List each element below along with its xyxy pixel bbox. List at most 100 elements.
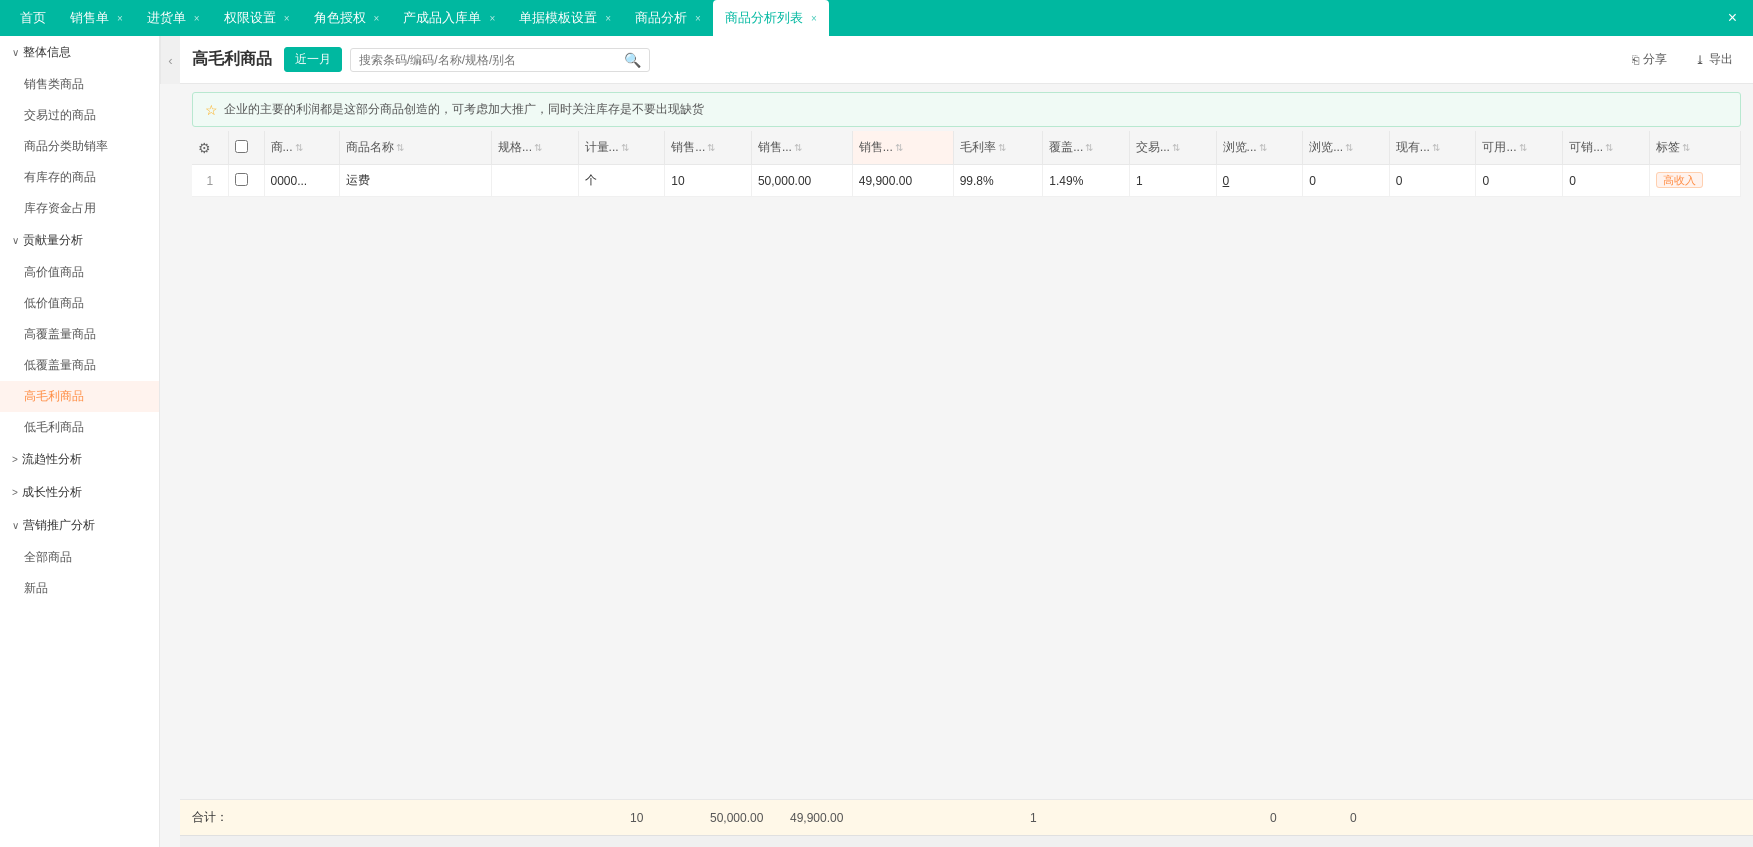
row-name[interactable]: 运费 [340, 165, 492, 197]
col-current-stock[interactable]: 现有... ⇅ [1389, 131, 1476, 165]
row-trade-count: 1 [1129, 165, 1216, 197]
export-button[interactable]: ⤓ 导出 [1687, 47, 1741, 72]
col-sale-amount[interactable]: 销售... ⇅ [751, 131, 852, 165]
nav-permission-settings[interactable]: 权限设置 × [212, 0, 302, 36]
row-coverage: 1.49% [1043, 165, 1130, 197]
close-icon[interactable]: × [374, 13, 380, 24]
col-gear[interactable]: ⚙ [192, 131, 228, 165]
col-unit[interactable]: 计量... ⇅ [578, 131, 665, 165]
close-icon[interactable]: × [605, 13, 611, 24]
share-button[interactable]: ⎗ 分享 [1624, 47, 1675, 72]
col-available-stock[interactable]: 可用... ⇅ [1476, 131, 1563, 165]
col-browse-b[interactable]: 浏览... ⇅ [1303, 131, 1390, 165]
row-select-checkbox[interactable] [235, 173, 248, 186]
filter-recent-month-button[interactable]: 近一月 [284, 47, 342, 72]
close-icon[interactable]: × [194, 13, 200, 24]
share-icon: ⎗ [1632, 53, 1639, 67]
sidebar-item-low-margin[interactable]: 低毛利商品 [0, 412, 159, 443]
col-trade-count[interactable]: 交易... ⇅ [1129, 131, 1216, 165]
sort-icon: ⇅ [396, 142, 404, 153]
nav-role-auth[interactable]: 角色授权 × [302, 0, 392, 36]
nav-template-settings[interactable]: 单据模板设置 × [507, 0, 623, 36]
chevron-down-icon: ∨ [12, 47, 19, 58]
close-icon[interactable]: × [489, 13, 495, 24]
nav-home[interactable]: 首页 [8, 0, 58, 36]
page-title: 高毛利商品 [192, 49, 272, 70]
row-checkbox[interactable] [228, 165, 264, 197]
table-container: ⚙ 商... ⇅ 商品名称 [180, 131, 1753, 799]
footer-available-stock: 0 [1344, 811, 1424, 825]
col-gross-margin[interactable]: 毛利率 ⇅ [953, 131, 1043, 165]
footer-trade-count: 1 [1024, 811, 1104, 825]
select-all-checkbox[interactable] [235, 140, 248, 153]
row-number: 1 [192, 165, 228, 197]
col-spec[interactable]: 规格... ⇅ [491, 131, 578, 165]
row-sale-profit: 49,900.00 [852, 165, 953, 197]
footer-label: 合计： [192, 809, 252, 826]
sidebar-item-high-coverage[interactable]: 高覆盖量商品 [0, 319, 159, 350]
col-saleable-stock[interactable]: 可销... ⇅ [1563, 131, 1650, 165]
close-icon[interactable]: × [284, 13, 290, 24]
sidebar-item-low-coverage[interactable]: 低覆盖量商品 [0, 350, 159, 381]
sidebar-group-overall[interactable]: ∨ 整体信息 [0, 36, 159, 69]
gear-icon[interactable]: ⚙ [198, 140, 211, 156]
col-tag[interactable]: 标签 ⇅ [1649, 131, 1740, 165]
row-saleable-stock: 0 [1563, 165, 1650, 197]
table-header-row: ⚙ 商... ⇅ 商品名称 [192, 131, 1741, 165]
sort-icon: ⇅ [1259, 142, 1267, 153]
col-code[interactable]: 商... ⇅ [264, 131, 340, 165]
sidebar-item-stock-products[interactable]: 有库存的商品 [0, 162, 159, 193]
info-bar: ☆ 企业的主要的利润都是这部分商品创造的，可考虑加大推广，同时关注库存是不要出现… [192, 92, 1741, 127]
sidebar-item-category-assist-rate[interactable]: 商品分类助销率 [0, 131, 159, 162]
sidebar-collapse-button[interactable]: ‹ [160, 36, 180, 84]
sort-icon: ⇅ [295, 142, 303, 153]
sidebar-item-new-products[interactable]: 新品 [0, 573, 159, 604]
sidebar-group-contribution[interactable]: ∨ 贡献量分析 [0, 224, 159, 257]
sort-icon: ⇅ [707, 142, 715, 153]
sidebar-item-low-value[interactable]: 低价值商品 [0, 288, 159, 319]
chevron-right-icon: > [12, 487, 18, 498]
nav-product-analysis[interactable]: 商品分析 × [623, 0, 713, 36]
table-row: 1 0000... 运费 个 10 50,000.00 49,900.00 99… [192, 165, 1741, 197]
search-icon[interactable]: 🔍 [624, 52, 641, 68]
row-sale-qty: 10 [665, 165, 752, 197]
col-sale-profit[interactable]: 销售... ⇅ [852, 131, 953, 165]
sidebar-item-sales-products[interactable]: 销售类商品 [0, 69, 159, 100]
sidebar-group-trend[interactable]: > 流趋性分析 [0, 443, 159, 476]
row-browse-a[interactable]: 0 [1216, 165, 1303, 197]
chevron-down-icon: ∨ [12, 235, 19, 246]
footer-current-stock: 0 [1264, 811, 1344, 825]
row-code[interactable]: 0000... [264, 165, 340, 197]
nav-product-analysis-list[interactable]: 商品分析列表 × [713, 0, 829, 36]
sidebar-item-stock-capital[interactable]: 库存资金占用 [0, 193, 159, 224]
star-icon: ☆ [205, 102, 218, 118]
nav-product-inbound[interactable]: 产成品入库单 × [391, 0, 507, 36]
tag-badge: 高收入 [1656, 172, 1703, 188]
close-icon[interactable]: × [695, 13, 701, 24]
row-available-stock: 0 [1476, 165, 1563, 197]
nav-close-all-button[interactable]: × [1720, 9, 1745, 27]
col-coverage[interactable]: 覆盖... ⇅ [1043, 131, 1130, 165]
nav-purchase-order[interactable]: 进货单 × [135, 0, 212, 36]
close-icon[interactable]: × [117, 13, 123, 24]
sidebar-group-growth[interactable]: > 成长性分析 [0, 476, 159, 509]
sidebar-item-all-products[interactable]: 全部商品 [0, 542, 159, 573]
info-text: 企业的主要的利润都是这部分商品创造的，可考虑加大推广，同时关注库存是不要出现缺货 [224, 101, 704, 118]
nav-sales-order[interactable]: 销售单 × [58, 0, 135, 36]
horizontal-scrollbar[interactable] [180, 835, 1753, 847]
row-sale-amount: 50,000.00 [751, 165, 852, 197]
sidebar-item-high-margin[interactable]: 高毛利商品 [0, 381, 159, 412]
row-tag: 高收入 [1649, 165, 1740, 197]
sidebar-item-traded-products[interactable]: 交易过的商品 [0, 100, 159, 131]
close-icon[interactable]: × [811, 13, 817, 24]
row-current-stock: 0 [1389, 165, 1476, 197]
search-box: 🔍 [350, 48, 650, 72]
col-browse-a[interactable]: 浏览... ⇅ [1216, 131, 1303, 165]
sidebar-group-marketing[interactable]: ∨ 营销推广分析 [0, 509, 159, 542]
sort-icon: ⇅ [998, 142, 1006, 153]
col-checkbox[interactable] [228, 131, 264, 165]
col-name[interactable]: 商品名称 ⇅ [340, 131, 492, 165]
col-sale-qty[interactable]: 销售... ⇅ [665, 131, 752, 165]
search-input[interactable] [359, 53, 624, 67]
sidebar-item-high-value[interactable]: 高价值商品 [0, 257, 159, 288]
